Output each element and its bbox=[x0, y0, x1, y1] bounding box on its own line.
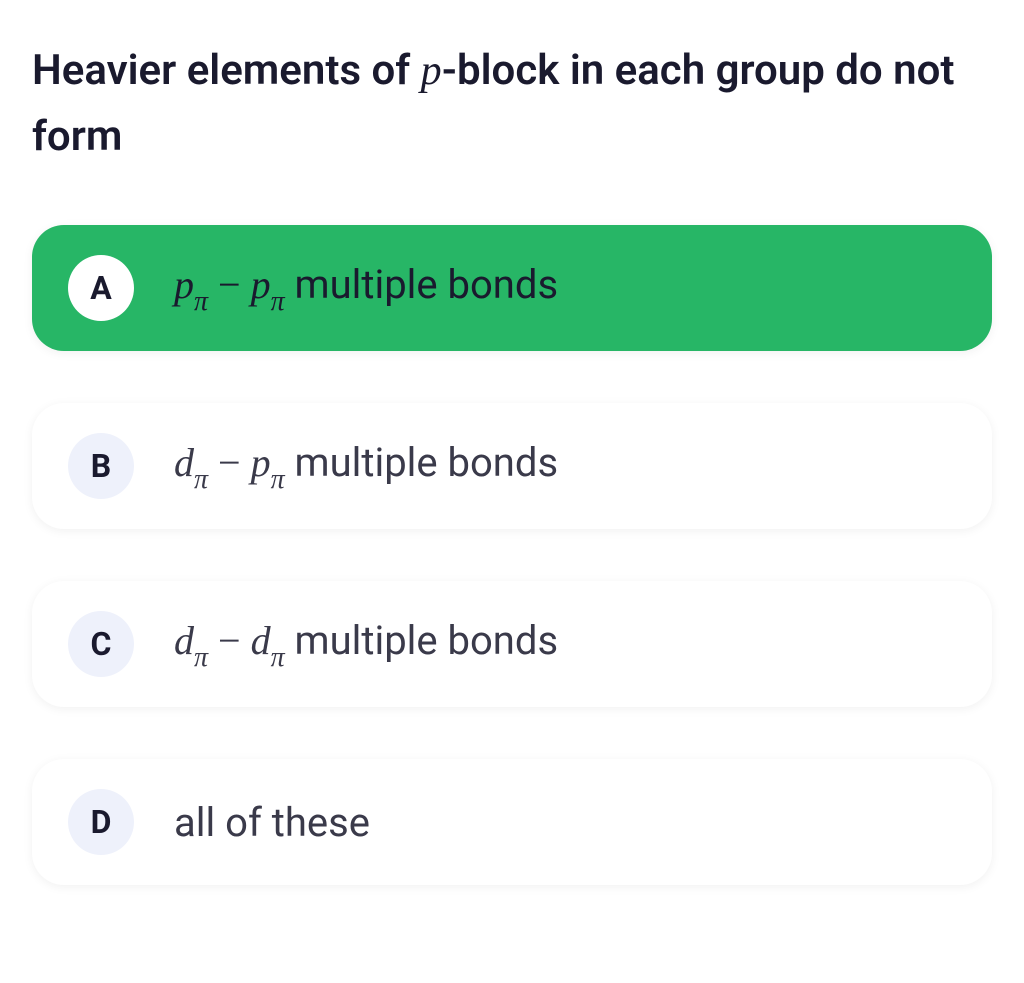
option-c-text: dπ−dπ multiple bonds bbox=[174, 617, 558, 671]
option-d-text: all of these bbox=[174, 799, 370, 846]
option-b-letter: B bbox=[91, 447, 111, 485]
option-c-base1: d bbox=[174, 618, 194, 663]
option-c-badge: C bbox=[68, 611, 134, 677]
option-b-sub2: π bbox=[271, 464, 285, 495]
option-c-base2: d bbox=[251, 618, 271, 663]
option-a-badge: A bbox=[68, 255, 134, 321]
options-container: A pπ−pπ multiple bonds B dπ−pπ multiple … bbox=[32, 225, 992, 885]
question-prefix: Heavier elements of bbox=[32, 46, 421, 95]
option-c-letter: C bbox=[91, 625, 112, 663]
minus-icon: − bbox=[218, 262, 241, 307]
minus-icon: − bbox=[218, 618, 241, 663]
option-b-base2: p bbox=[251, 440, 271, 485]
option-b-suffix: multiple bonds bbox=[285, 439, 558, 486]
question-mathvar: p bbox=[421, 48, 442, 94]
option-c-sub2: π bbox=[271, 642, 285, 673]
option-b-badge: B bbox=[68, 433, 134, 499]
option-a-sub1: π bbox=[194, 286, 208, 317]
option-a-text: pπ−pπ multiple bonds bbox=[174, 261, 558, 315]
option-c-suffix: multiple bonds bbox=[285, 617, 558, 664]
option-d-badge: D bbox=[68, 789, 134, 855]
option-c[interactable]: C dπ−dπ multiple bonds bbox=[32, 581, 992, 707]
option-a[interactable]: A pπ−pπ multiple bonds bbox=[32, 225, 992, 351]
question-text: Heavier elements of p-block in each grou… bbox=[32, 38, 992, 169]
option-a-letter: A bbox=[90, 269, 112, 307]
option-d-letter: D bbox=[91, 803, 112, 841]
option-a-suffix: multiple bonds bbox=[285, 261, 558, 308]
option-b-text: dπ−pπ multiple bonds bbox=[174, 439, 558, 493]
option-a-base1: p bbox=[174, 262, 194, 307]
option-a-sub2: π bbox=[271, 286, 285, 317]
option-b-sub1: π bbox=[194, 464, 208, 495]
option-b[interactable]: B dπ−pπ multiple bonds bbox=[32, 403, 992, 529]
minus-icon: − bbox=[218, 440, 241, 485]
option-b-base1: d bbox=[174, 440, 194, 485]
option-a-base2: p bbox=[251, 262, 271, 307]
option-c-sub1: π bbox=[194, 642, 208, 673]
option-d[interactable]: D all of these bbox=[32, 759, 992, 885]
